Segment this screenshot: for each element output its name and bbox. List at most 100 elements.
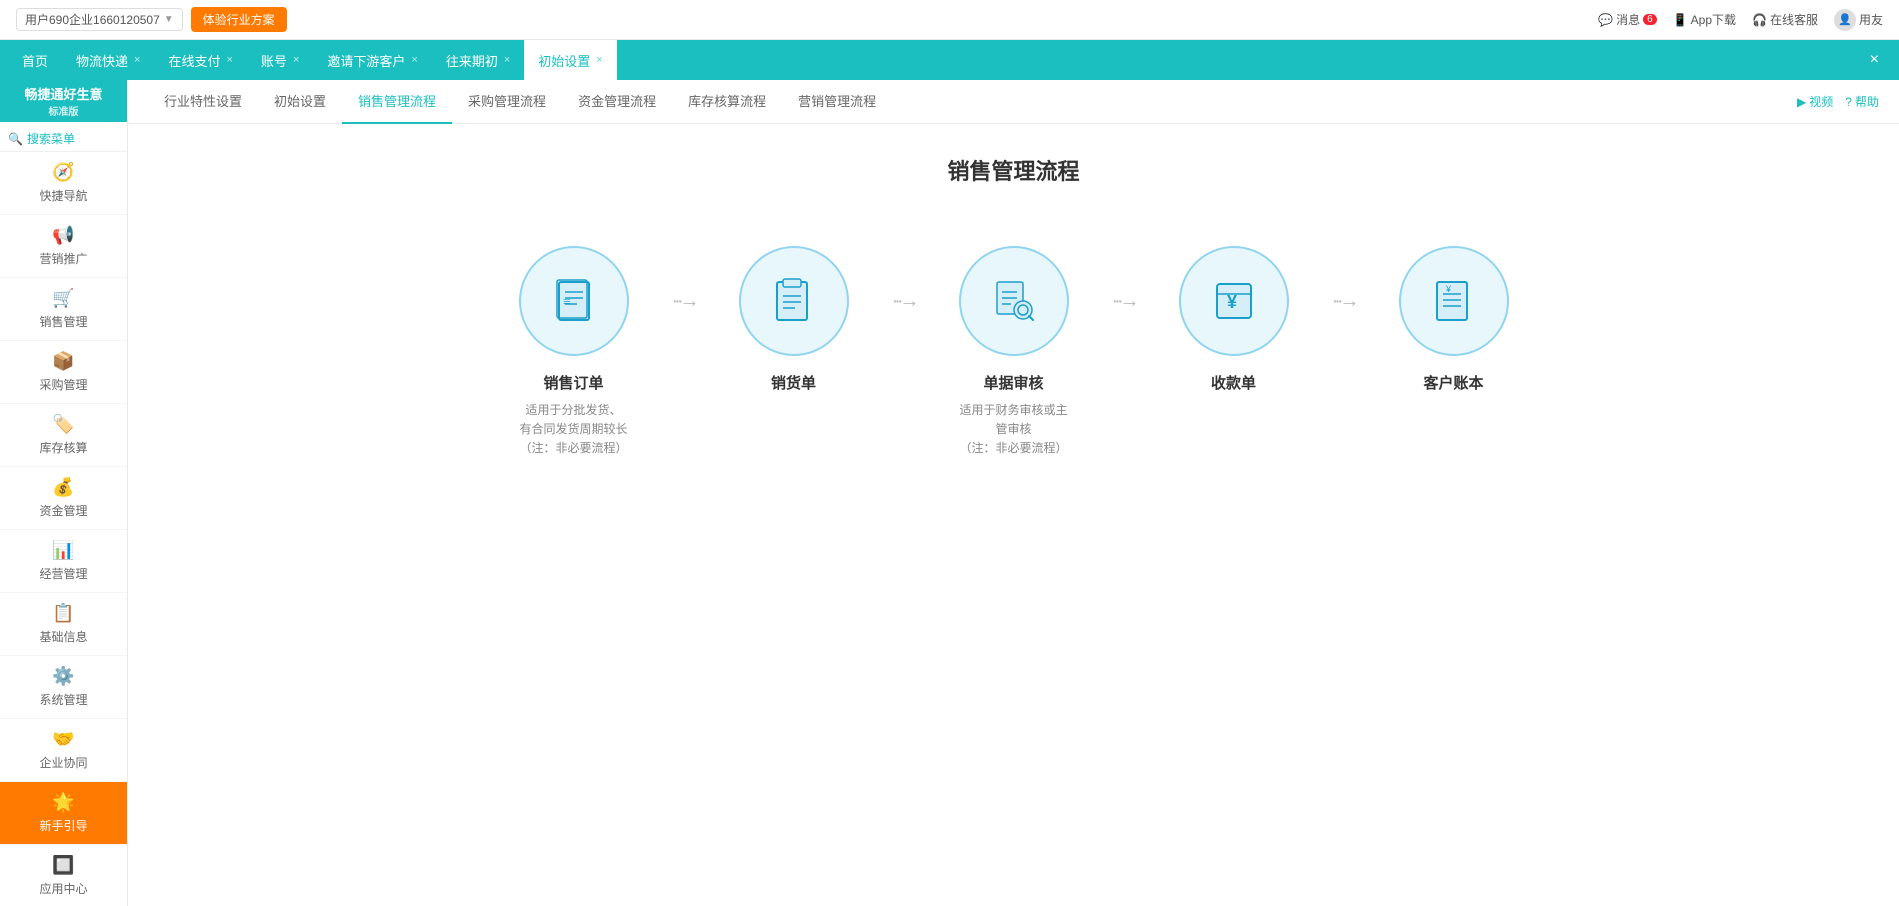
help-icon: ? (1845, 95, 1852, 109)
flow-circle-ledger[interactable]: ¥ (1399, 246, 1509, 356)
sub-tab-initial[interactable]: 初始设置 (258, 80, 342, 124)
nav-close-all-button[interactable]: × (1858, 51, 1891, 69)
app-center-icon: 🔲 (52, 855, 74, 876)
sub-tab-finance-flow-label: 资金管理流程 (578, 91, 656, 110)
trial-button[interactable]: 体验行业方案 (191, 7, 287, 32)
sidebar-item-finance[interactable]: 💰 资金管理 (0, 467, 127, 530)
flow-arrow-1: ···→ (654, 246, 714, 313)
sub-tab-finance-flow[interactable]: 资金管理流程 (562, 80, 672, 124)
sidebar-item-label: 资金管理 (39, 502, 87, 519)
sales-order-desc: 适用于分批发货、有合同发货周期较长（注：非必要流程） (519, 401, 627, 459)
video-link[interactable]: ▶ 视频 (1797, 93, 1833, 110)
video-label: 视频 (1809, 93, 1833, 110)
operations-icon: 📊 (52, 540, 74, 561)
top-bar-left: 用户690企业1660120507 ▼ 体验行业方案 (16, 7, 287, 32)
video-icon: ▶ (1797, 95, 1806, 109)
sidebar-item-quick-nav[interactable]: 🧭 快捷导航 (0, 152, 127, 215)
flow-circle-audit[interactable] (959, 246, 1069, 356)
nav-tab-payment[interactable]: 在线支付 × (154, 40, 246, 80)
sub-tab-industry-label: 行业特性设置 (164, 91, 242, 110)
main-layout: 畅捷通好生意 标准版 🔍 搜索菜单 🧭 快捷导航 📢 营销推广 🛒 销售管理 📦… (0, 80, 1899, 906)
flow-step-ledger: ¥ 客户账本 (1374, 246, 1534, 401)
sidebar-search[interactable]: 🔍 搜索菜单 (0, 122, 127, 152)
nav-tab-invite[interactable]: 邀请下游客户 × (313, 40, 431, 80)
sidebar-item-label: 营销推广 (39, 250, 87, 267)
delivery-icon (769, 276, 819, 326)
nav-tab-account-label: 账号 (261, 51, 287, 70)
sidebar-item-purchase[interactable]: 📦 采购管理 (0, 341, 127, 404)
svg-text:¥: ¥ (1445, 284, 1452, 294)
help-label: 帮助 (1855, 93, 1879, 110)
nav-tab-period-close[interactable]: × (504, 54, 510, 66)
nav-tab-logistics[interactable]: 物流快递 × (62, 40, 154, 80)
receipt-name: 收款单 (1211, 372, 1256, 393)
sidebar-item-label: 基础信息 (39, 628, 87, 645)
top-bar: 用户690企业1660120507 ▼ 体验行业方案 💬 消息 6 📱 App下… (0, 0, 1899, 40)
sidebar-item-operations[interactable]: 📊 经营管理 (0, 530, 127, 593)
ledger-name: 客户账本 (1423, 372, 1483, 393)
message-label: 消息 (1616, 11, 1640, 28)
nav-tab-payment-close[interactable]: × (226, 54, 232, 66)
nav-tab-home-label: 首页 (22, 51, 48, 70)
audit-desc: 适用于财务审核或主管审核（注：非必要流程） (959, 401, 1067, 459)
receipt-icon: ¥ (1209, 276, 1259, 326)
sub-tab-initial-label: 初始设置 (274, 91, 326, 110)
system-icon: ⚙️ (52, 666, 74, 687)
sidebar-item-label: 企业协同 (39, 754, 87, 771)
page-title: 销售管理流程 (168, 154, 1859, 186)
delivery-name: 销货单 (771, 372, 816, 393)
marketing-icon: 📢 (52, 225, 74, 246)
sidebar-item-newbie-guide[interactable]: 🌟 新手引导 (0, 782, 127, 845)
flow-circle-sales-order[interactable]: ≡ (519, 246, 629, 356)
sidebar-logo-sub: 标准版 (49, 103, 79, 118)
help-link[interactable]: ? 帮助 (1845, 93, 1879, 110)
sidebar-item-app-center[interactable]: 🔲 应用中心 (0, 845, 127, 906)
nav-tab-invite-close[interactable]: × (411, 54, 417, 66)
user-menu-link[interactable]: 👤 用友 (1834, 9, 1883, 31)
sub-tab-crm-flow[interactable]: 营销管理流程 (782, 80, 892, 124)
sidebar-item-label: 应用中心 (39, 880, 87, 897)
sidebar: 畅捷通好生意 标准版 🔍 搜索菜单 🧭 快捷导航 📢 营销推广 🛒 销售管理 📦… (0, 80, 128, 906)
sales-order-name: 销售订单 (543, 372, 603, 393)
app-icon: 📱 (1673, 13, 1688, 27)
ledger-icon: ¥ (1429, 276, 1479, 326)
flow-circle-receipt[interactable]: ¥ (1179, 246, 1289, 356)
sidebar-item-sales[interactable]: 🛒 销售管理 (0, 278, 127, 341)
sidebar-item-system[interactable]: ⚙️ 系统管理 (0, 656, 127, 719)
sidebar-item-inventory[interactable]: 🏷️ 库存核算 (0, 404, 127, 467)
sub-tab-purchase-flow[interactable]: 采购管理流程 (452, 80, 562, 124)
flow-step-audit: 单据审核 适用于财务审核或主管审核（注：非必要流程） (934, 246, 1094, 459)
sidebar-item-marketing[interactable]: 📢 营销推广 (0, 215, 127, 278)
nav-tab-initial-setup[interactable]: 初始设置 × (524, 40, 616, 80)
nav-tab-invite-label: 邀请下游客户 (327, 51, 405, 70)
nav-tab-logistics-label: 物流快递 (76, 51, 128, 70)
sub-tab-inventory-flow[interactable]: 库存核算流程 (672, 80, 782, 124)
nav-tab-initial-setup-close[interactable]: × (596, 54, 602, 66)
sidebar-item-label: 经营管理 (39, 565, 87, 582)
message-link[interactable]: 💬 消息 6 (1598, 11, 1657, 28)
flow-circle-delivery[interactable] (739, 246, 849, 356)
sub-tab-actions: ▶ 视频 ? 帮助 (1797, 93, 1879, 110)
sidebar-item-enterprise-collab[interactable]: 🤝 企业协同 (0, 719, 127, 782)
nav-tab-account-close[interactable]: × (293, 54, 299, 66)
purchase-icon: 📦 (52, 351, 74, 372)
sidebar-item-basic-info[interactable]: 📋 基础信息 (0, 593, 127, 656)
online-service-link[interactable]: 🎧 在线客服 (1752, 11, 1818, 28)
nav-tab-logistics-close[interactable]: × (134, 54, 140, 66)
sub-tab-industry[interactable]: 行业特性设置 (148, 80, 258, 124)
sub-tab-sales-flow-label: 销售管理流程 (358, 91, 436, 110)
sub-tab-crm-flow-label: 营销管理流程 (798, 91, 876, 110)
nav-tab-home[interactable]: 首页 (8, 40, 62, 80)
sub-tab-inventory-flow-label: 库存核算流程 (688, 91, 766, 110)
page-body: 销售管理流程 ≡ 销售订单 (128, 124, 1899, 489)
quick-nav-icon: 🧭 (52, 162, 74, 183)
user-selector[interactable]: 用户690企业1660120507 ▼ (16, 8, 183, 31)
guide-icon: 🌟 (52, 792, 74, 813)
flow-arrow-4: ···→ (1314, 246, 1374, 313)
app-download-link[interactable]: 📱 App下载 (1673, 11, 1736, 28)
nav-tab-period[interactable]: 往来期初 × (432, 40, 524, 80)
nav-tab-account[interactable]: 账号 × (247, 40, 313, 80)
user-label: 用户690企业1660120507 (25, 11, 160, 28)
online-service-label: 在线客服 (1770, 11, 1818, 28)
sub-tab-sales-flow[interactable]: 销售管理流程 (342, 80, 452, 124)
